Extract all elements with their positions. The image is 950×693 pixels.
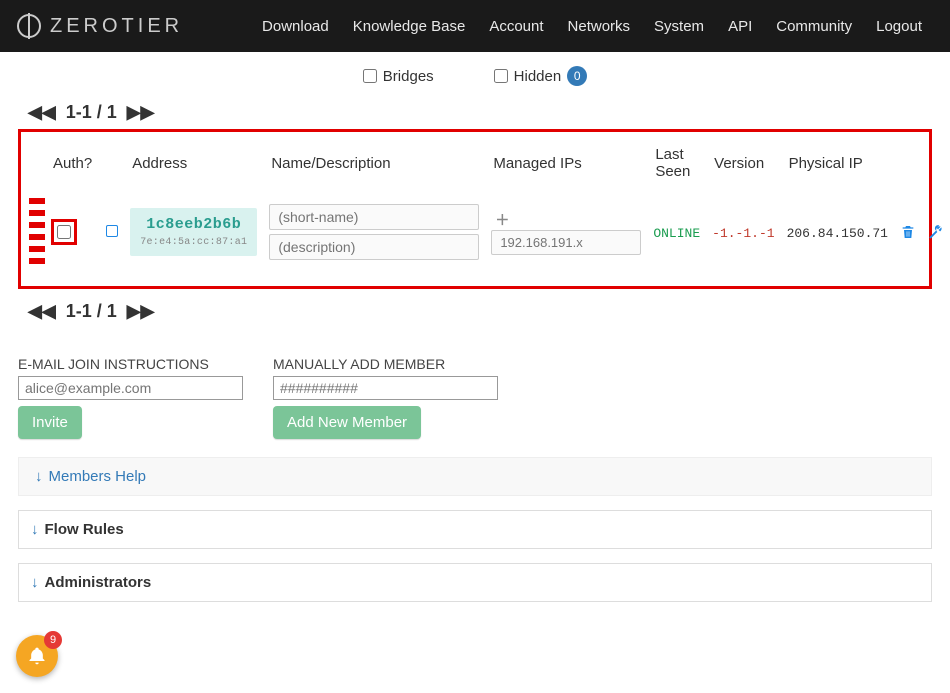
bell-icon [27, 646, 47, 666]
administrators-label: Administrators [45, 574, 152, 591]
arrow-down-icon: ↓ [31, 521, 39, 538]
brand-text: ZEROTIER [50, 15, 183, 38]
managed-ip-input[interactable] [491, 230, 641, 255]
row-unauth-marker [29, 198, 45, 266]
col-version: Version [706, 136, 780, 198]
members-help-text: Members Help [49, 468, 147, 485]
email-invite-label: E-MAIL JOIN INSTRUCTIONS [18, 356, 243, 372]
nav-api[interactable]: API [716, 18, 764, 35]
member-version: -1.-1.-1 [712, 226, 774, 241]
nav-account[interactable]: Account [477, 18, 555, 35]
pager-last-icon-bottom[interactable]: ▶▶ [127, 301, 155, 322]
members-help-bar[interactable]: ↓ Members Help [18, 457, 932, 496]
node-id: 1c8eeb2b6b [140, 216, 247, 233]
pager-top: ◀◀ 1-1 / 1 ▶▶ [18, 96, 932, 129]
nav-networks[interactable]: Networks [556, 18, 643, 35]
col-physip: Physical IP [781, 136, 894, 198]
short-name-input[interactable] [269, 204, 479, 230]
add-member-button[interactable]: Add New Member [273, 406, 421, 439]
pager-last-icon[interactable]: ▶▶ [127, 102, 155, 123]
member-filter-row: Bridges Hidden 0 [18, 60, 932, 96]
member-row: 1c8eeb2b6b 7e:e4:5a:cc:87:a1 ＋ ONLINE [29, 198, 950, 266]
members-panel-highlighted: Auth? Address Name/Description Managed I… [18, 129, 932, 289]
pager-text: 1-1 / 1 [66, 102, 117, 123]
nav-system[interactable]: System [642, 18, 716, 35]
pager-text-bottom: 1-1 / 1 [66, 301, 117, 322]
add-ip-icon[interactable]: ＋ [491, 212, 513, 228]
pager-bottom: ◀◀ 1-1 / 1 ▶▶ [18, 295, 932, 328]
col-lastseen: Last Seen [647, 136, 706, 198]
email-invite-input[interactable] [18, 376, 243, 400]
nav-logout[interactable]: Logout [864, 18, 934, 35]
col-auth: Auth? [45, 136, 100, 198]
auth-checkbox[interactable] [57, 225, 71, 239]
arrow-down-icon: ↓ [31, 574, 39, 591]
nav-download[interactable]: Download [250, 18, 341, 35]
trash-icon[interactable] [894, 198, 922, 266]
filter-hidden-checkbox[interactable] [494, 69, 508, 83]
flow-rules-label: Flow Rules [45, 521, 124, 538]
last-seen-status: ONLINE [653, 226, 700, 241]
flow-rules-panel: ↓ Flow Rules [18, 510, 932, 549]
invite-button[interactable]: Invite [18, 406, 82, 439]
brand-logo[interactable]: ZEROTIER [16, 13, 183, 39]
manual-add-input[interactable] [273, 376, 498, 400]
col-managed: Managed IPs [485, 136, 647, 198]
node-hwaddr: 7e:e4:5a:cc:87:a1 [140, 237, 247, 248]
manual-add-label: MANUALLY ADD MEMBER [273, 356, 498, 372]
manual-add-block: MANUALLY ADD MEMBER Add New Member [273, 356, 498, 439]
add-member-forms: E-MAIL JOIN INSTRUCTIONS Invite MANUALLY… [18, 356, 932, 439]
members-table: Auth? Address Name/Description Managed I… [29, 136, 950, 266]
nav-community[interactable]: Community [764, 18, 864, 35]
administrators-panel: ↓ Administrators [18, 563, 932, 602]
filter-bridges-checkbox[interactable] [363, 69, 377, 83]
pager-first-icon-bottom[interactable]: ◀◀ [28, 301, 56, 322]
arrow-down-icon: ↓ [35, 468, 43, 485]
email-invite-block: E-MAIL JOIN INSTRUCTIONS Invite [18, 356, 243, 439]
top-navbar: ZEROTIER Download Knowledge Base Account… [0, 0, 950, 52]
pager-first-icon[interactable]: ◀◀ [28, 102, 56, 123]
col-name: Name/Description [263, 136, 485, 198]
filter-hidden-label: Hidden [514, 68, 562, 85]
administrators-header[interactable]: ↓ Administrators [19, 564, 931, 601]
physical-ip: 206.84.150.71 [787, 226, 888, 241]
hidden-count-badge: 0 [567, 66, 587, 86]
expand-toggle-icon[interactable] [106, 225, 118, 237]
filter-bridges[interactable]: Bridges [363, 68, 434, 85]
auth-checkbox-highlight [51, 219, 77, 245]
zerotier-logo-icon [16, 13, 42, 39]
description-input[interactable] [269, 234, 479, 260]
filter-hidden[interactable]: Hidden 0 [494, 66, 588, 86]
col-address: Address [124, 136, 263, 198]
notification-count: 9 [44, 631, 62, 649]
filter-bridges-label: Bridges [383, 68, 434, 85]
address-cell: 1c8eeb2b6b 7e:e4:5a:cc:87:a1 [130, 208, 257, 256]
wrench-icon[interactable] [922, 198, 950, 266]
nav-knowledge-base[interactable]: Knowledge Base [341, 18, 478, 35]
flow-rules-header[interactable]: ↓ Flow Rules [19, 511, 931, 548]
notification-bubble[interactable]: 9 [16, 635, 58, 677]
